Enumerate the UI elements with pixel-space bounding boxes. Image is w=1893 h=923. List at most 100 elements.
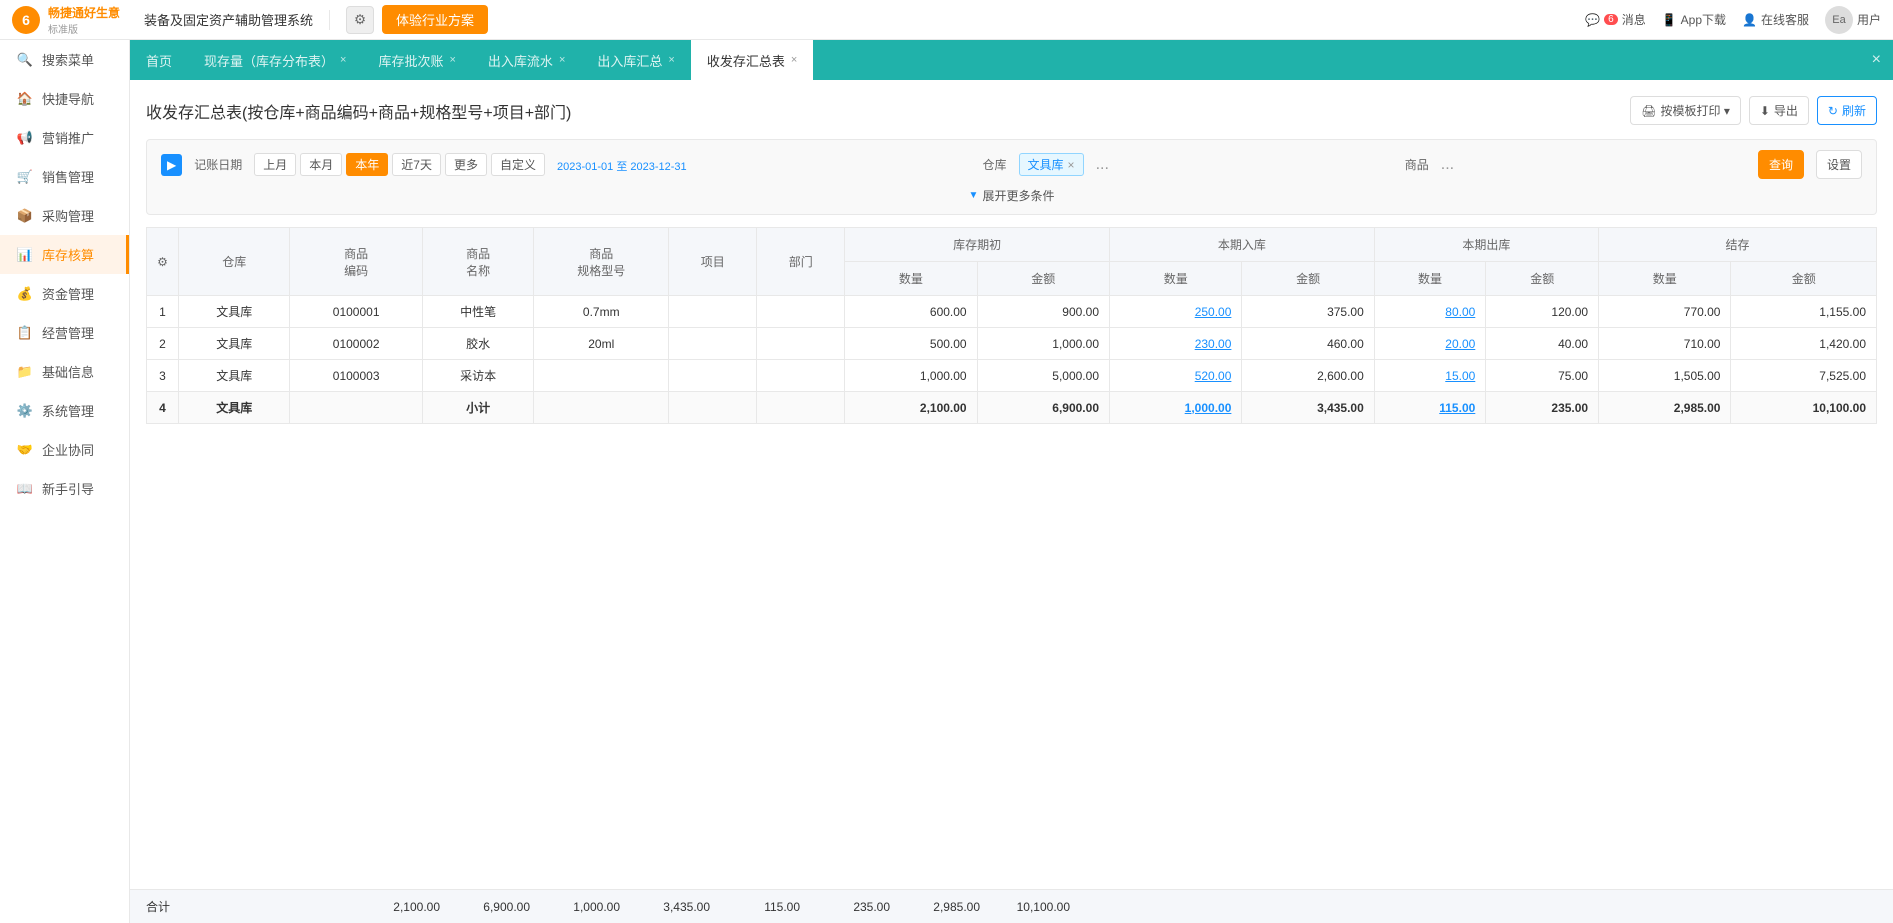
date-btn-this-year[interactable]: 本年 <box>346 153 388 176</box>
tab-inout-summary-close[interactable]: × <box>668 54 674 66</box>
system-name: 装备及固定资产辅助管理系统 <box>144 10 313 29</box>
row-out-amt: 120.00 <box>1486 296 1599 328</box>
refresh-button[interactable]: ↻ 刷新 <box>1817 96 1877 125</box>
warehouse-tag-text: 文具库 <box>1028 156 1064 173</box>
trial-button[interactable]: 体验行业方案 <box>382 5 488 34</box>
row-out-qty[interactable]: 80.00 <box>1374 296 1486 328</box>
tab-batch[interactable]: 库存批次账 × <box>362 40 471 80</box>
date-btn-more[interactable]: 更多 <box>445 153 487 176</box>
warehouse-more-button[interactable]: ... <box>1096 156 1109 174</box>
sidebar-item-operations[interactable]: 📋 经营管理 <box>0 313 129 352</box>
row-out-qty[interactable]: 15.00 <box>1374 360 1486 392</box>
row-in-qty[interactable]: 520.00 <box>1110 360 1242 392</box>
tab-inout-flow[interactable]: 出入库流水 × <box>472 40 581 80</box>
row-name: 胶水 <box>422 328 533 360</box>
row-warehouse: 文具库 <box>179 392 290 424</box>
export-icon: ⬇ <box>1760 104 1770 118</box>
row-spec: 0.7mm <box>534 296 669 328</box>
th-settings: ⚙ <box>147 228 179 296</box>
sidebar-item-inventory[interactable]: 📊 库存核算 <box>0 235 129 274</box>
date-range-text: 2023-01-01 至 2023-12-31 <box>557 158 687 174</box>
export-button[interactable]: ⬇ 导出 <box>1749 96 1809 125</box>
expand-row: ▼ 展开更多条件 <box>161 187 1862 204</box>
export-label: 导出 <box>1774 102 1798 119</box>
row-dept <box>757 296 845 328</box>
top-left: 6 畅捷通好生意 标准版 装备及固定资产辅助管理系统 ⚙ 体验行业方案 <box>12 4 488 36</box>
sidebar-item-marketing[interactable]: 📢 营销推广 <box>0 118 129 157</box>
expand-conditions-button[interactable]: ▼ 展开更多条件 <box>969 187 1055 204</box>
close-all-tabs-button[interactable]: × <box>1860 51 1893 69</box>
goods-more-button[interactable]: ... <box>1441 156 1454 174</box>
row-in-qty[interactable]: 230.00 <box>1110 328 1242 360</box>
app-title: 畅捷通好生意 <box>48 4 120 21</box>
row-spec: 20ml <box>534 328 669 360</box>
settings-gear-button[interactable]: ⚙ <box>346 6 374 34</box>
date-btn-last-month[interactable]: 上月 <box>254 153 296 176</box>
user-area[interactable]: Ea 用户 <box>1825 6 1881 34</box>
tab-stock-dist-close[interactable]: × <box>340 54 346 66</box>
tab-batch-close[interactable]: × <box>449 54 455 66</box>
sidebar-item-sales[interactable]: 🛒 销售管理 <box>0 157 129 196</box>
footer-bal-amt: 10,100.00 <box>1000 900 1090 914</box>
table-row: 3 文具库 0100003 采访本 1,000.00 5,000.00 520.… <box>147 360 1877 392</box>
row-in-amt: 375.00 <box>1242 296 1374 328</box>
search-icon: 🔍 <box>16 51 34 69</box>
tab-inout-flow-close[interactable]: × <box>559 54 565 66</box>
sidebar-item-search[interactable]: 🔍 搜索菜单 <box>0 40 129 79</box>
tab-stock-dist[interactable]: 现存量（库存分布表） × <box>188 40 362 80</box>
query-button[interactable]: 查询 <box>1758 150 1804 179</box>
sidebar-item-basic[interactable]: 📁 基础信息 <box>0 352 129 391</box>
th-warehouse: 仓库 <box>179 228 290 296</box>
row-out-qty[interactable]: 20.00 <box>1374 328 1486 360</box>
row-code: 0100001 <box>290 296 422 328</box>
date-btn-this-month[interactable]: 本月 <box>300 153 342 176</box>
row-bal-qty: 1,505.00 <box>1599 360 1731 392</box>
message-button[interactable]: 💬 6 消息 <box>1585 11 1646 28</box>
row-dept <box>757 328 845 360</box>
row-init-amt: 900.00 <box>977 296 1109 328</box>
warehouse-tag-close[interactable]: × <box>1068 158 1075 172</box>
marketing-icon: 📢 <box>16 129 34 147</box>
guide-icon: 📖 <box>16 480 34 498</box>
row-dept <box>757 392 845 424</box>
th-in-amt: 金额 <box>1242 262 1374 296</box>
row-in-amt: 3,435.00 <box>1242 392 1374 424</box>
tab-home[interactable]: 首页 <box>130 40 188 80</box>
settings-button[interactable]: 设置 <box>1816 150 1862 179</box>
row-no: 3 <box>147 360 179 392</box>
row-out-qty[interactable]: 115.00 <box>1374 392 1486 424</box>
data-table: ⚙ 仓库 商品编码 商品名称 商品规格型号 项目 部门 库存期初 本期入库 本期… <box>146 227 1877 424</box>
sidebar-item-guide[interactable]: 📖 新手引导 <box>0 469 129 508</box>
sidebar-item-collab[interactable]: 🤝 企业协同 <box>0 430 129 469</box>
sidebar-item-quicknav[interactable]: 🏠 快捷导航 <box>0 79 129 118</box>
row-bal-qty: 770.00 <box>1599 296 1731 328</box>
app-download-button[interactable]: 📱 App下载 <box>1662 11 1726 28</box>
tab-receive-summary-close[interactable]: × <box>791 54 797 66</box>
operations-icon: 📋 <box>16 324 34 342</box>
expand-label: 展开更多条件 <box>982 187 1054 204</box>
row-code: 0100002 <box>290 328 422 360</box>
tab-inout-summary[interactable]: 出入库汇总 × <box>581 40 690 80</box>
print-button[interactable]: 🖨 按模板打印 ▾ <box>1630 96 1741 125</box>
sidebar-item-finance[interactable]: 💰 资金管理 <box>0 274 129 313</box>
row-spec <box>534 392 669 424</box>
sidebar-item-purchase[interactable]: 📦 采购管理 <box>0 196 129 235</box>
top-bar: 6 畅捷通好生意 标准版 装备及固定资产辅助管理系统 ⚙ 体验行业方案 💬 6 … <box>0 0 1893 40</box>
row-init-amt: 1,000.00 <box>977 328 1109 360</box>
date-btn-7days[interactable]: 近7天 <box>392 153 441 176</box>
tab-inout-summary-label: 出入库汇总 <box>597 51 662 70</box>
row-in-qty[interactable]: 250.00 <box>1110 296 1242 328</box>
row-in-qty[interactable]: 1,000.00 <box>1110 392 1242 424</box>
online-service-label: 在线客服 <box>1761 11 1809 28</box>
filter-toggle-button[interactable]: ▶ <box>161 154 182 176</box>
row-init-qty: 2,100.00 <box>845 392 977 424</box>
inventory-icon: 📊 <box>16 246 34 264</box>
tab-receive-summary[interactable]: 收发存汇总表 × <box>691 40 813 80</box>
sidebar-item-system[interactable]: ⚙️ 系统管理 <box>0 391 129 430</box>
online-service-button[interactable]: 👤 在线客服 <box>1742 11 1809 28</box>
page-title-row: 收发存汇总表(按仓库+商品编码+商品+规格型号+项目+部门) 🖨 按模板打印 ▾… <box>146 96 1877 125</box>
arrow-expand-icon: ▼ <box>969 190 979 201</box>
footer-in-qty: 1,000.00 <box>550 900 640 914</box>
sales-icon: 🛒 <box>16 168 34 186</box>
date-btn-custom[interactable]: 自定义 <box>491 153 545 176</box>
